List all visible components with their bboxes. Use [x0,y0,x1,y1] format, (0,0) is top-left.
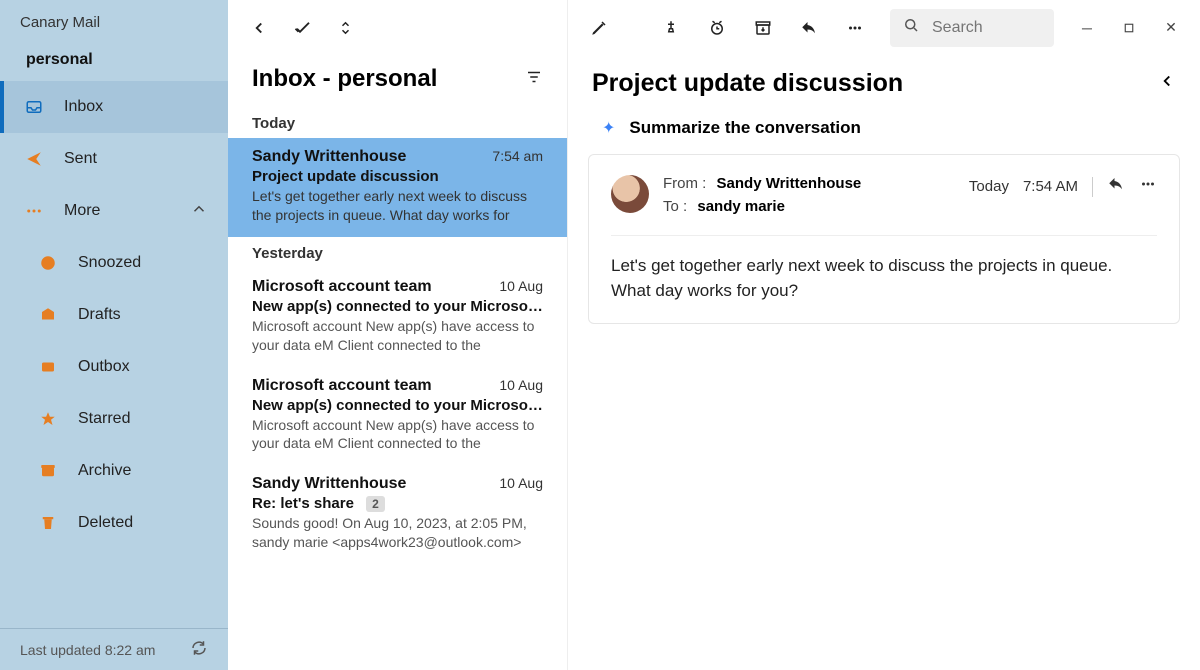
archive-icon [36,459,60,483]
message-subject: Project update discussion [252,168,543,185]
archive-button[interactable] [744,9,782,47]
to-label: To : [663,198,687,215]
message-sender: Microsoft account team [252,278,432,296]
close-button[interactable]: ✕ [1154,11,1188,45]
drafts-icon [36,303,60,327]
reply-icon[interactable] [1107,175,1125,198]
message-preview: Microsoft account New app(s) have access… [252,416,543,454]
sort-button[interactable] [328,9,366,47]
reply-button[interactable] [790,9,828,47]
sidebar-item-snoozed[interactable]: Snoozed [0,237,228,289]
mark-read-button[interactable] [284,9,322,47]
sidebar-item-starred[interactable]: Starred [0,393,228,445]
sidebar-footer: Last updated 8:22 am [0,628,228,670]
to-value: sandy marie [697,198,785,215]
message-item[interactable]: Sandy Writtenhouse 10 Aug Re: let's shar… [228,465,567,564]
sidebar-item-outbox[interactable]: Outbox [0,341,228,393]
message-sender: Microsoft account team [252,377,432,395]
filter-icon[interactable] [525,68,543,91]
email-card: From : Sandy Writtenhouse To : sandy mar… [588,154,1180,324]
sidebar: Canary Mail personal Inbox Sent More Sno… [0,0,228,670]
account-label[interactable]: personal [0,39,228,81]
message-time: 10 Aug [499,475,543,491]
sent-icon [22,147,46,171]
sidebar-item-label: Deleted [78,514,133,532]
sidebar-item-sent[interactable]: Sent [0,133,228,185]
more-icon[interactable] [1139,175,1157,198]
summarize-label: Summarize the conversation [629,118,860,138]
message-time: 7:54 am [492,148,543,164]
sidebar-item-drafts[interactable]: Drafts [0,289,228,341]
trash-icon [36,511,60,535]
outbox-icon [36,355,60,379]
search-input[interactable] [932,19,1042,37]
subject-row: Project update discussion [568,55,1200,106]
message-sender: Sandy Writtenhouse [252,475,406,493]
top-toolbar: ─ ✕ [568,0,1200,55]
email-day: Today [969,178,1009,195]
sidebar-item-label: Archive [78,462,131,480]
sidebar-item-label: More [64,202,100,220]
summarize-row[interactable]: ✦ Summarize the conversation [568,106,1200,154]
list-title: Inbox - personal [252,65,437,93]
maximize-button[interactable] [1112,11,1146,45]
sidebar-item-label: Outbox [78,358,130,376]
sidebar-item-inbox[interactable]: Inbox [0,81,228,133]
message-preview: Sounds good! On Aug 10, 2023, at 2:05 PM… [252,514,543,552]
sidebar-item-label: Inbox [64,98,103,116]
back-button[interactable] [240,9,278,47]
list-header: Inbox - personal [228,55,567,107]
group-yesterday: Yesterday [228,237,567,268]
sidebar-item-label: Drafts [78,306,121,324]
message-subject: New app(s) connected to your Microsoft a… [252,397,543,414]
message-sender: Sandy Writtenhouse [252,148,406,166]
sidebar-item-more[interactable]: More [0,185,228,237]
message-subject: New app(s) connected to your Microsoft a… [252,298,543,315]
search-icon [902,16,920,39]
sidebar-item-archive[interactable]: Archive [0,445,228,497]
search-box[interactable] [890,9,1054,47]
more-icon [22,199,46,223]
message-list-pane: Inbox - personal Today Sandy Writtenhous… [228,0,568,670]
message-time: 10 Aug [499,377,543,393]
pin-button[interactable] [652,9,690,47]
sidebar-item-label: Snoozed [78,254,141,272]
email-body: Let's get together early next week to di… [611,254,1131,303]
app-title: Canary Mail [0,0,228,39]
from-value: Sandy Writtenhouse [717,175,862,192]
email-time: 7:54 AM [1023,178,1078,195]
message-item[interactable]: Microsoft account team 10 Aug New app(s)… [228,268,567,367]
star-icon [36,407,60,431]
sidebar-item-deleted[interactable]: Deleted [0,497,228,549]
sidebar-item-label: Starred [78,410,130,428]
more-actions-button[interactable] [836,9,874,47]
compose-button[interactable] [580,9,618,47]
chevron-up-icon [190,200,208,223]
list-toolbar [228,0,567,55]
message-item[interactable]: Sandy Writtenhouse 7:54 am Project updat… [228,138,567,237]
reading-pane: ─ ✕ Project update discussion ✦ Summariz… [568,0,1200,670]
divider [1092,177,1093,197]
message-preview: Microsoft account New app(s) have access… [252,317,543,355]
sidebar-item-label: Sent [64,150,97,168]
sender-avatar[interactable] [611,175,649,213]
inbox-icon [22,95,46,119]
minimize-button[interactable]: ─ [1070,11,1104,45]
clock-icon [36,251,60,275]
thread-count-badge: 2 [366,496,385,512]
divider [611,235,1157,236]
message-subject: Re: let's share 2 [252,495,543,512]
message-item[interactable]: Microsoft account team 10 Aug New app(s)… [228,367,567,466]
last-updated-label: Last updated 8:22 am [20,642,155,658]
group-today: Today [228,107,567,138]
email-subject: Project update discussion [592,69,903,98]
snooze-button[interactable] [698,9,736,47]
message-preview: Let's get together early next week to di… [252,187,543,225]
refresh-icon[interactable] [190,639,208,660]
collapse-icon[interactable] [1158,72,1176,96]
message-time: 10 Aug [499,278,543,294]
from-label: From : [663,175,706,192]
sparkle-icon: ✦ [602,118,615,138]
